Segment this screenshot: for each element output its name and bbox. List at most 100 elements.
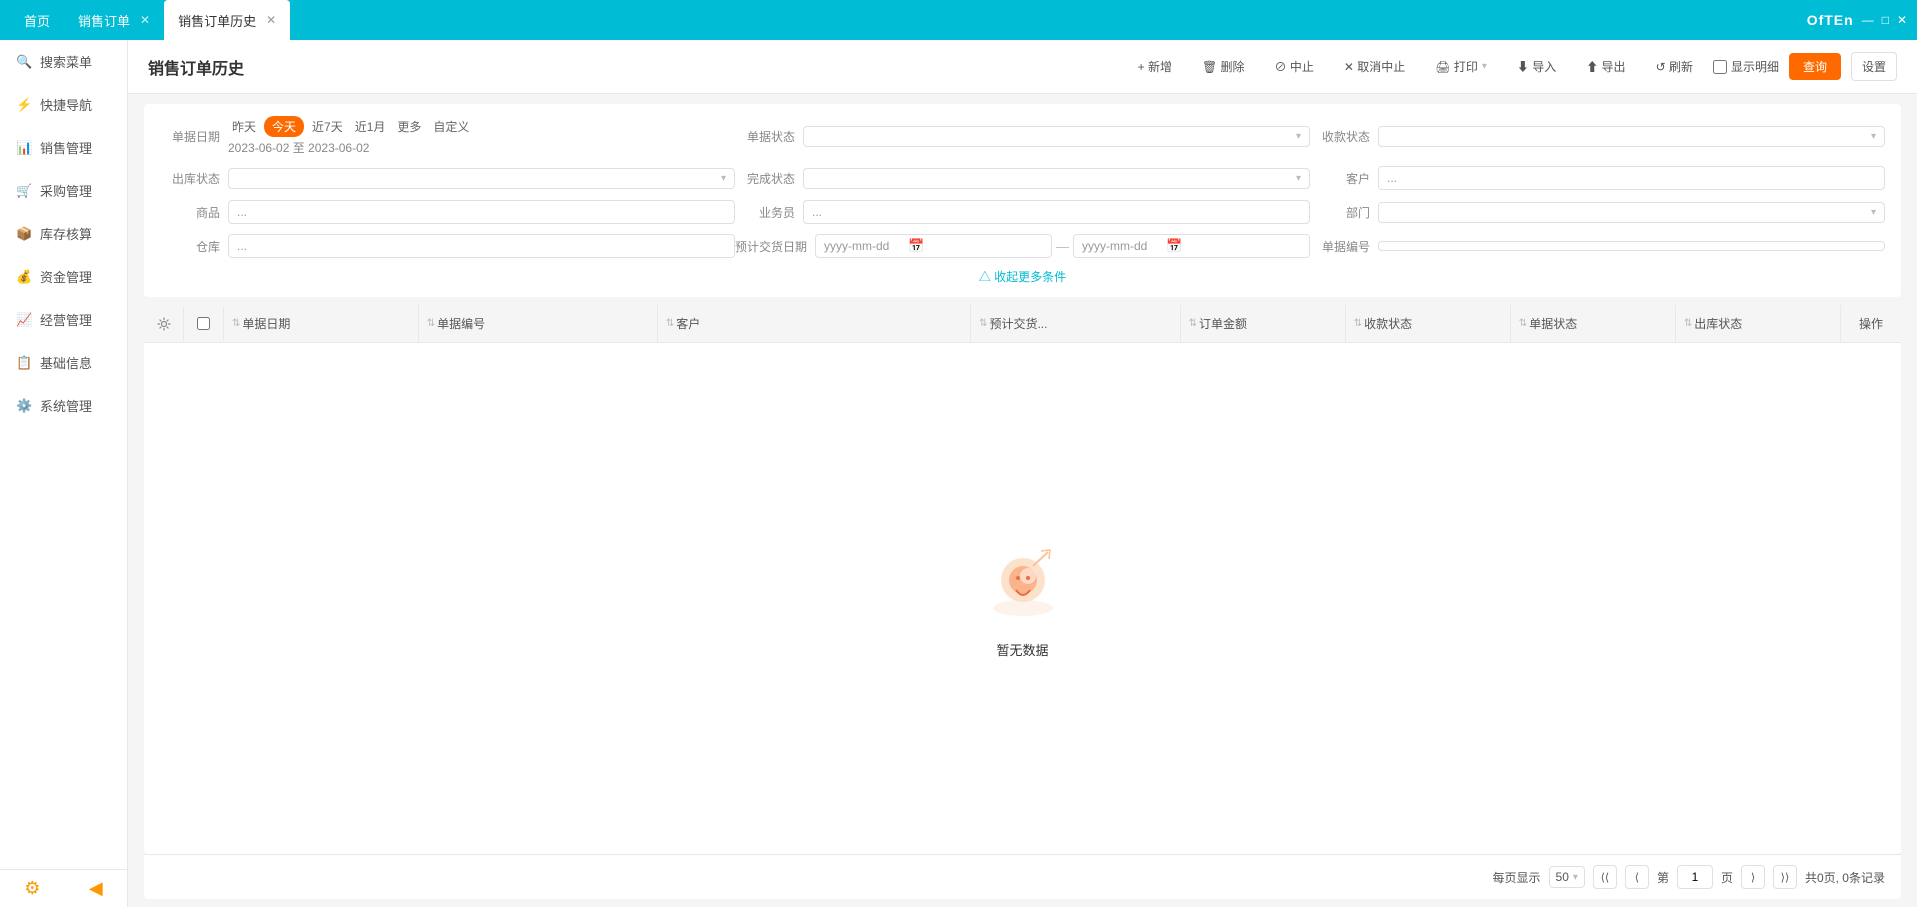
delivery-date-to-input[interactable]: yyyy-mm-dd	[1082, 239, 1162, 253]
toolbar: + 新增 🗑 删除 ⊘ 中止 ✕ 取消中止 🖨 打印 ▾ ⬇ 导入 ⬆ 导出 ↺…	[1128, 52, 1897, 81]
filter-customer-input[interactable]: ...	[1378, 166, 1885, 190]
filter-complete-label: 完成状态	[735, 170, 795, 187]
th-num[interactable]: ⇅ 单据编号	[419, 305, 658, 342]
window-minimize[interactable]: —	[1862, 13, 1874, 27]
filter-goods-label: 商品	[160, 204, 220, 221]
settings-button[interactable]: 设置	[1851, 52, 1897, 81]
filter-complete-chevron-icon: ▾	[1296, 173, 1301, 184]
th-delivery-label: 预计交货...	[989, 315, 1047, 332]
date-tab-more[interactable]: 更多	[393, 116, 425, 137]
calendar-to-icon: 📅	[1166, 238, 1182, 254]
pagination-bar: 每页显示 50 ▾ ⟨⟨ ⟨ 第 1 页 ⟩ ⟩⟩ 共0页, 0条记录	[144, 854, 1901, 899]
purchase-mgmt-icon: 🛒	[16, 183, 32, 199]
delete-button[interactable]: 🗑 删除	[1192, 53, 1255, 80]
filter-warehouse-item: 仓库 ...	[160, 234, 735, 258]
new-button[interactable]: + 新增	[1128, 53, 1182, 80]
print-button[interactable]: 🖨 打印 ▾	[1425, 53, 1497, 80]
tab-sales-history[interactable]: 销售订单历史 ✕	[164, 0, 290, 40]
date-tab-1month[interactable]: 近1月	[351, 116, 390, 137]
next-page-button[interactable]: ⟩	[1741, 865, 1765, 889]
th-settings[interactable]	[144, 307, 184, 341]
date-tab-today[interactable]: 今天	[264, 116, 304, 137]
empty-state: 暂无数据	[978, 538, 1068, 659]
sidebar-item-system-mgmt-label: 系统管理	[40, 396, 92, 415]
th-date[interactable]: ⇅ 单据日期	[224, 305, 419, 342]
filter-delivery-to[interactable]: yyyy-mm-dd 📅	[1073, 234, 1310, 258]
first-page-button[interactable]: ⟨⟨	[1593, 865, 1617, 889]
prev-page-button[interactable]: ⟨	[1625, 865, 1649, 889]
filter-goods-input[interactable]: ...	[228, 200, 735, 224]
th-customer-sort-icon: ⇅	[666, 318, 674, 329]
current-page-input[interactable]: 1	[1677, 865, 1713, 889]
sidebar-item-basic-info[interactable]: 📋 基础信息	[0, 341, 127, 384]
filter-ordernum-input[interactable]	[1378, 241, 1885, 251]
date-tab-yesterday[interactable]: 昨天	[228, 116, 260, 137]
delivery-date-from-input[interactable]: yyyy-mm-dd	[824, 239, 904, 253]
filter-delivery-item: 预计交货日期 yyyy-mm-dd 📅 — yyyy-mm-dd 📅	[735, 234, 1310, 258]
th-checkbox[interactable]	[184, 307, 224, 340]
tab-sales-order[interactable]: 销售订单 ✕	[64, 0, 164, 40]
empty-illustration	[978, 538, 1068, 628]
filter-department-select[interactable]: ▾	[1378, 202, 1885, 223]
sidebar-item-operation-mgmt[interactable]: 📈 经营管理	[0, 298, 127, 341]
filter-status-item: 单据状态 ▾	[735, 126, 1310, 147]
filter-collapse-bar[interactable]: △ 收起更多条件	[160, 268, 1885, 285]
display-detail-wrap: 显示明细	[1713, 58, 1779, 75]
th-amount-label: 订单金额	[1199, 315, 1247, 332]
filter-department-chevron-icon: ▾	[1871, 207, 1876, 218]
quick-nav-icon: ⚡	[16, 97, 32, 113]
display-detail-checkbox[interactable]	[1713, 60, 1727, 74]
sidebar-item-quick-nav[interactable]: ⚡ 快捷导航	[0, 83, 127, 126]
export-button[interactable]: ⬆ 导出	[1576, 53, 1635, 80]
calendar-from-icon: 📅	[908, 238, 924, 254]
tab-sales-order-close[interactable]: ✕	[140, 13, 150, 27]
th-status-sort-icon: ⇅	[1519, 318, 1527, 329]
import-button[interactable]: ⬇ 导入	[1507, 53, 1566, 80]
filter-row-3: 商品 ... 业务员 ... 部门 ▾	[160, 200, 1885, 224]
filter-out-select[interactable]: ▾	[228, 168, 735, 189]
filter-status-chevron-icon: ▾	[1296, 131, 1301, 142]
page-label: 第	[1657, 869, 1669, 886]
filter-out-item: 出库状态 ▾	[160, 168, 735, 189]
filter-receipt-select[interactable]: ▾	[1378, 126, 1885, 147]
query-button[interactable]: 查询	[1789, 53, 1841, 80]
sidebar-expand-btn[interactable]: ◀	[89, 878, 103, 899]
last-page-button[interactable]: ⟩⟩	[1773, 865, 1797, 889]
refresh-button[interactable]: ↺ 刷新	[1646, 53, 1703, 80]
sidebar-item-capital-mgmt[interactable]: 💰 资金管理	[0, 255, 127, 298]
filter-out-label: 出库状态	[160, 170, 220, 187]
th-date-sort-icon: ⇅	[232, 318, 240, 329]
th-out[interactable]: ⇅ 出库状态	[1676, 305, 1841, 342]
sidebar-settings-btn[interactable]: ⚙	[24, 878, 40, 899]
sidebar-item-quick-nav-label: 快捷导航	[40, 95, 92, 114]
date-tab-custom[interactable]: 自定义	[429, 116, 473, 137]
filter-date-wrap: 昨天 今天 近7天 近1月 更多 自定义 2023-06-02 至 2023-0…	[228, 116, 473, 156]
filter-delivery-from[interactable]: yyyy-mm-dd 📅	[815, 234, 1052, 258]
tab-sales-history-close[interactable]: ✕	[266, 13, 276, 27]
th-amount[interactable]: ⇅ 订单金额	[1181, 305, 1346, 342]
sidebar-item-purchase-mgmt-label: 采购管理	[40, 181, 92, 200]
stop-button[interactable]: ⊘ 中止	[1265, 53, 1324, 80]
sidebar-item-sales-mgmt[interactable]: 📊 销售管理	[0, 126, 127, 169]
th-customer-label: 客户	[676, 315, 700, 332]
filter-status-select[interactable]: ▾	[803, 126, 1310, 147]
date-tab-7days[interactable]: 近7天	[308, 116, 347, 137]
filter-complete-select[interactable]: ▾	[803, 168, 1310, 189]
tab-home[interactable]: 首页	[10, 0, 64, 40]
window-maximize[interactable]: □	[1882, 13, 1889, 27]
sidebar-item-inventory[interactable]: 📦 库存核算	[0, 212, 127, 255]
sidebar-item-purchase-mgmt[interactable]: 🛒 采购管理	[0, 169, 127, 212]
sidebar-item-search-menu[interactable]: 🔍 搜索菜单	[0, 40, 127, 83]
filter-warehouse-input[interactable]: ...	[228, 234, 735, 258]
cancel-stop-button[interactable]: ✕ 取消中止	[1334, 53, 1415, 80]
th-receipt[interactable]: ⇅ 收款状态	[1346, 305, 1511, 342]
select-all-checkbox[interactable]	[197, 317, 210, 330]
th-delivery[interactable]: ⇅ 预计交货...	[971, 305, 1181, 342]
window-close[interactable]: ✕	[1897, 13, 1907, 27]
filter-salesperson-input[interactable]: ...	[803, 200, 1310, 224]
page-size-select[interactable]: 50 ▾	[1549, 866, 1585, 888]
th-customer[interactable]: ⇅ 客户	[658, 305, 971, 342]
sidebar-item-inventory-label: 库存核算	[40, 224, 92, 243]
th-status[interactable]: ⇅ 单据状态	[1511, 305, 1676, 342]
sidebar-item-system-mgmt[interactable]: ⚙️ 系统管理	[0, 384, 127, 427]
